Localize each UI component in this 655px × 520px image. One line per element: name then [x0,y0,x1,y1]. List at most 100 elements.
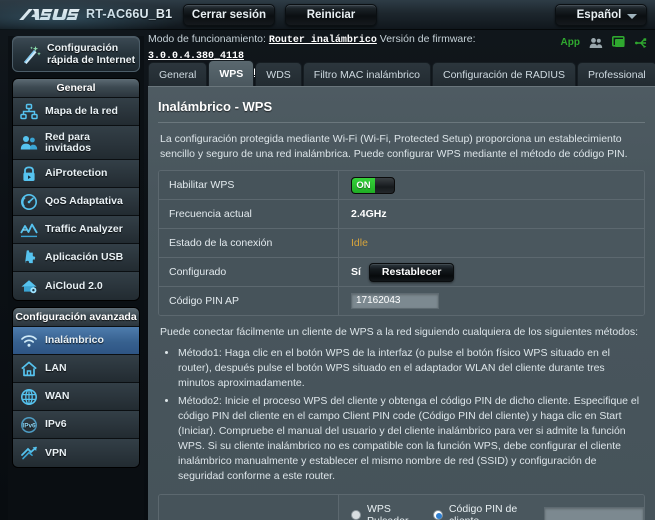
sidebar-item-network-map[interactable]: Mapa de la red [13,98,139,126]
sidebar-item-aiprotection[interactable]: AiProtection [13,160,139,188]
toggle-on-label: ON [352,177,375,193]
operation-mode-value[interactable]: Router inalámbrico [269,35,377,46]
quick-setup-label: Configuración rápida de Internet [47,42,136,66]
wps-panel: Inalámbrico - WPS La configuración prote… [148,86,655,520]
sidebar-item-label: AiProtection [45,167,108,179]
language-selector[interactable]: Español [555,4,647,26]
sidebar-group-general: General Mapa de la red Red para invitado… [12,78,140,301]
tab-wps[interactable]: WPS [208,60,255,86]
sidebar-item-ipv6[interactable]: IPv6 IPv6 [13,411,139,439]
page-title: Inalámbrico - WPS [158,99,273,114]
sidebar-item-label: Traffic Analyzer [45,223,123,235]
logout-button[interactable]: Cerrar sesión [183,4,275,26]
enable-wps-value: ON [339,176,644,194]
status-icon-tray: App [561,36,649,49]
sidebar-item-label: IPv6 [45,418,67,430]
sidebar-item-adaptive-qos[interactable]: QoS Adaptativa [13,188,139,216]
row-current-frequency: Frecuencia actual 2.4GHz [159,200,644,229]
sidebar-group-advanced: Configuración avanzada Inalámbrico LAN W… [12,307,140,468]
top-bar: RT-AC66U_B1 Cerrar sesión Reiniciar Espa… [0,0,655,30]
gauge-icon [20,193,38,211]
sidebar: Configuración rápida de Internet General… [8,36,144,520]
sidebar-item-wireless[interactable]: Inalámbrico [13,327,139,355]
wps-methods-list: Método1: Haga clic en el botón WPS de la… [178,346,643,484]
usb-device-icon[interactable] [612,36,626,49]
app-label[interactable]: App [561,37,580,48]
wps-method-radio-group: WPS Pulsador Código PIN de cliente [351,503,644,520]
tab-bar: General WPS WDS Filtro MAC inalámbrico C… [148,60,655,86]
method-item: Método2: Inicie el proceso WPS del clien… [178,394,643,484]
configured-label: Configurado [159,258,339,286]
sidebar-item-label: Aplicación USB [45,251,124,263]
wps-intro-text: La configuración protegida mediante Wi-F… [160,133,628,160]
connection-status-value: Idle [351,237,368,249]
wifi-icon [20,332,38,350]
reboot-button[interactable]: Reiniciar [285,4,377,26]
configured-value-cell: Sí Restablecer [339,262,644,282]
operation-mode-label: Modo de funcionamiento: [148,33,266,45]
sidebar-item-label: Red para invitados [45,130,92,154]
ap-pin-label: Código PIN AP [159,287,339,315]
row-wps-method: Método WPS: WPS Pulsador Código PIN de c… [159,495,644,520]
sidebar-item-label: Inalámbrico [45,334,104,346]
ipv6-icon: IPv6 [20,416,38,434]
usb-icon[interactable] [635,37,649,49]
svg-text:IPv6: IPv6 [22,422,36,429]
sidebar-item-label: AiCloud 2.0 [45,279,103,292]
row-enable-wps: Habilitar WPS ON [159,171,644,200]
sidebar-item-aicloud[interactable]: AiCloud 2.0 [13,272,139,300]
vpn-icon [20,444,38,462]
globe-icon [20,388,38,406]
sidebar-item-traffic-analyzer[interactable]: Traffic Analyzer [13,216,139,244]
ap-pin-input[interactable] [351,293,439,309]
radio-client-pin[interactable] [432,510,443,520]
sidebar-item-label: Mapa de la red [45,105,118,117]
radio-client-pin-label: Código PIN de cliente [448,503,518,520]
sidebar-group-advanced-title: Configuración avanzada [13,308,139,327]
enable-wps-toggle[interactable]: ON [351,176,395,194]
sidebar-item-lan[interactable]: LAN [13,355,139,383]
router-model-name: RT-AC66U_B1 [86,7,173,21]
router-admin-page: RT-AC66U_B1 Cerrar sesión Reiniciar Espa… [0,0,655,520]
title-divider [158,122,645,123]
wps-method-table: Método WPS: WPS Pulsador Código PIN de c… [158,494,645,520]
home-icon [20,360,38,378]
system-info-strip: Modo de funcionamiento: Router inalámbri… [148,31,548,79]
configured-value: Sí [351,266,361,278]
chevron-down-icon [627,14,637,19]
tab-mac-filter[interactable]: Filtro MAC inalámbrico [302,62,431,86]
sidebar-item-usb-application[interactable]: Aplicación USB [13,244,139,272]
client-pin-input[interactable] [544,507,644,520]
clients-icon[interactable] [589,37,603,49]
enable-wps-label: Habilitar WPS [159,171,339,199]
tab-professional[interactable]: Professional [576,62,655,86]
tab-radius[interactable]: Configuración de RADIUS [431,62,576,86]
cloud-home-icon [20,277,38,295]
connection-status-label: Estado de la conexión [159,229,339,257]
wps-method-label: Método WPS: [159,495,339,520]
sidebar-item-label: LAN [45,362,67,374]
ap-pin-value-cell [339,293,644,309]
tab-general[interactable]: General [148,62,208,86]
current-frequency-label: Frecuencia actual [159,200,339,228]
network-map-icon [20,103,38,121]
sidebar-item-label: QoS Adaptativa [45,195,123,207]
method-item: Método1: Haga clic en el botón WPS de la… [178,346,643,391]
quick-internet-setup-button[interactable]: Configuración rápida de Internet [12,36,140,72]
language-label: Español [576,9,622,21]
sidebar-group-general-title: General [13,79,139,98]
methods-intro-text: Puede conectar fácilmente un cliente de … [160,326,639,338]
asus-logo-icon [19,9,80,20]
sidebar-item-wan[interactable]: WAN [13,383,139,411]
wps-method-controls: WPS Pulsador Código PIN de cliente Inici… [339,495,644,520]
reset-wps-button[interactable]: Restablecer [368,262,455,282]
radio-wps-pushbutton[interactable] [351,510,361,520]
sidebar-item-guest-network[interactable]: Red para invitados [13,126,139,160]
main-content: General WPS WDS Filtro MAC inalámbrico C… [148,60,655,520]
row-connection-status: Estado de la conexión Idle [159,229,644,258]
guest-network-icon [20,134,38,152]
wps-settings-table: Habilitar WPS ON Frecuencia actual 2.4GH… [158,170,645,316]
sidebar-item-vpn[interactable]: VPN [13,439,139,467]
tab-wds[interactable]: WDS [255,62,302,86]
radio-wps-pushbutton-label: WPS Pulsador [367,503,408,520]
